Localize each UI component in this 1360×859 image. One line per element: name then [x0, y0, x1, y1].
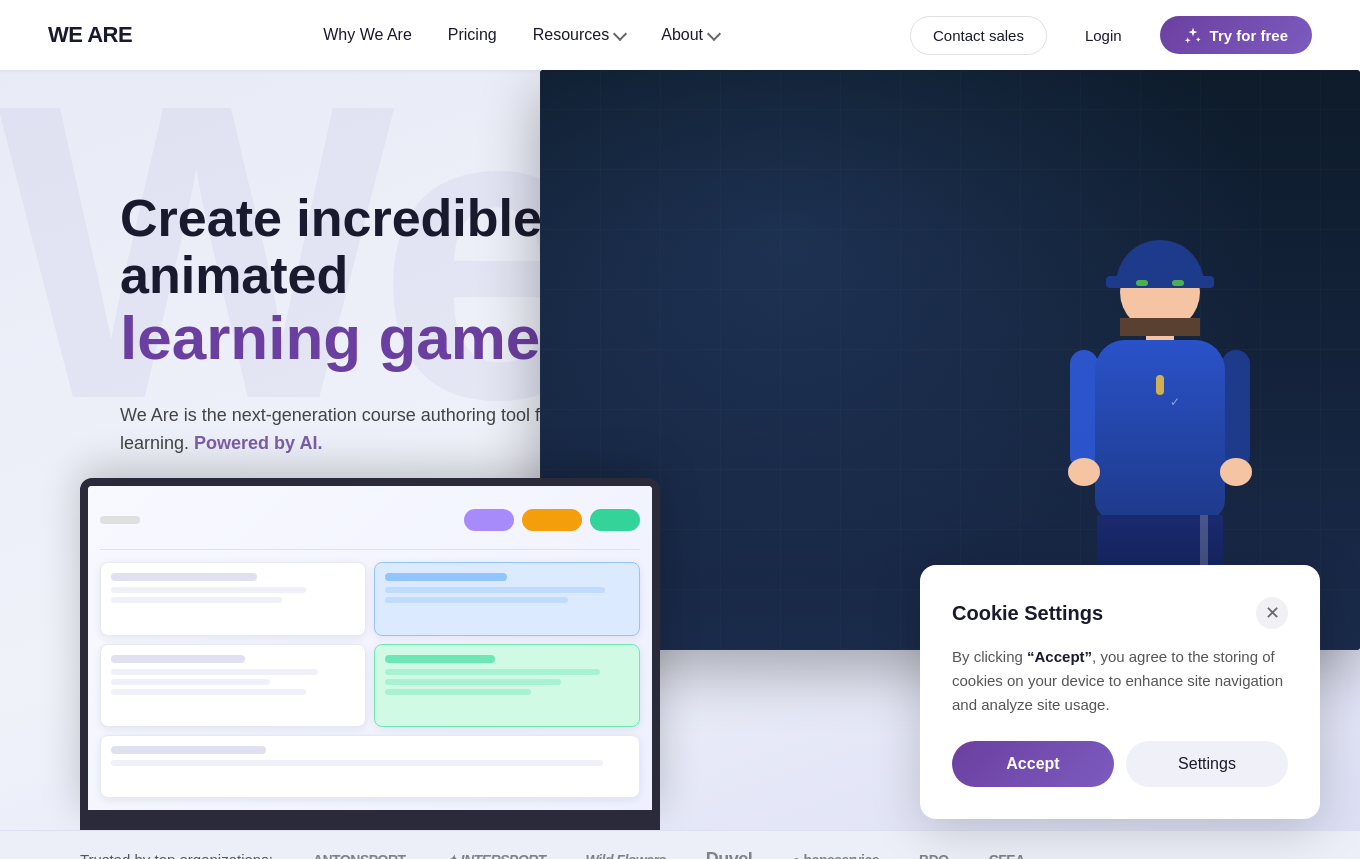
- hero-game-screen: ✓: [540, 70, 1360, 650]
- course-authoring-ui: [88, 486, 652, 810]
- cookie-actions: Accept Settings: [952, 741, 1288, 787]
- cookie-header: Cookie Settings ✕: [952, 597, 1288, 629]
- nav-item-why-we-are[interactable]: Why We Are: [323, 26, 412, 44]
- logo-baneservice: ● baneservice: [792, 852, 879, 860]
- logo-bdo: BDO: [919, 852, 949, 860]
- cookie-settings-button[interactable]: Settings: [1126, 741, 1288, 787]
- flow-card-2: [374, 562, 640, 635]
- game-scene: ✓: [540, 70, 1360, 650]
- nav-item-resources[interactable]: Resources: [533, 26, 625, 44]
- logo[interactable]: WE ARE: [48, 22, 132, 48]
- nav-actions: Contact sales Login Try for free: [910, 16, 1312, 55]
- flow-card-3: [100, 644, 366, 727]
- nav-item-pricing[interactable]: Pricing: [448, 26, 497, 44]
- trusted-bar: Trusted by top organizations: ANTONSPORT…: [0, 830, 1360, 859]
- logo-intersport: ✦ INTERSPORT: [446, 852, 546, 860]
- logo-wildflowers: Wild Flowers: [586, 852, 666, 860]
- game-background: ✓: [540, 70, 1360, 650]
- cookie-title: Cookie Settings: [952, 602, 1103, 625]
- logo-duvel: Duvel: [706, 849, 753, 859]
- cookie-accept-button[interactable]: Accept: [952, 741, 1114, 787]
- cookie-banner: Cookie Settings ✕ By clicking “Accept”, …: [920, 565, 1320, 819]
- login-button[interactable]: Login: [1063, 17, 1144, 54]
- flow-card-1: [100, 562, 366, 635]
- cookie-body: By clicking “Accept”, you agree to the s…: [952, 645, 1288, 717]
- contact-sales-button[interactable]: Contact sales: [910, 16, 1047, 55]
- laptop-mockup: [80, 478, 660, 830]
- cookie-close-button[interactable]: ✕: [1256, 597, 1288, 629]
- navigation: WE ARE Why We Are Pricing Resources Abou…: [0, 0, 1360, 70]
- about-dropdown-icon: [707, 26, 721, 40]
- laptop-screen: [80, 478, 660, 818]
- sparkle-icon: [1184, 26, 1202, 44]
- laptop-base: [80, 818, 660, 830]
- logo-cfea: CFEA: [989, 852, 1025, 860]
- trusted-label: Trusted by top organizations:: [80, 851, 273, 859]
- flow-card-4: [374, 644, 640, 727]
- resources-dropdown-icon: [613, 26, 627, 40]
- trusted-logos: ANTONSPORT ✦ INTERSPORT Wild Flowers Duv…: [313, 849, 1025, 859]
- nav-links: Why We Are Pricing Resources About: [323, 26, 719, 44]
- nav-item-about[interactable]: About: [661, 26, 719, 44]
- try-free-nav-button[interactable]: Try for free: [1160, 16, 1312, 54]
- flow-card-5: [100, 735, 640, 798]
- logo-antonsport: ANTONSPORT: [313, 852, 406, 860]
